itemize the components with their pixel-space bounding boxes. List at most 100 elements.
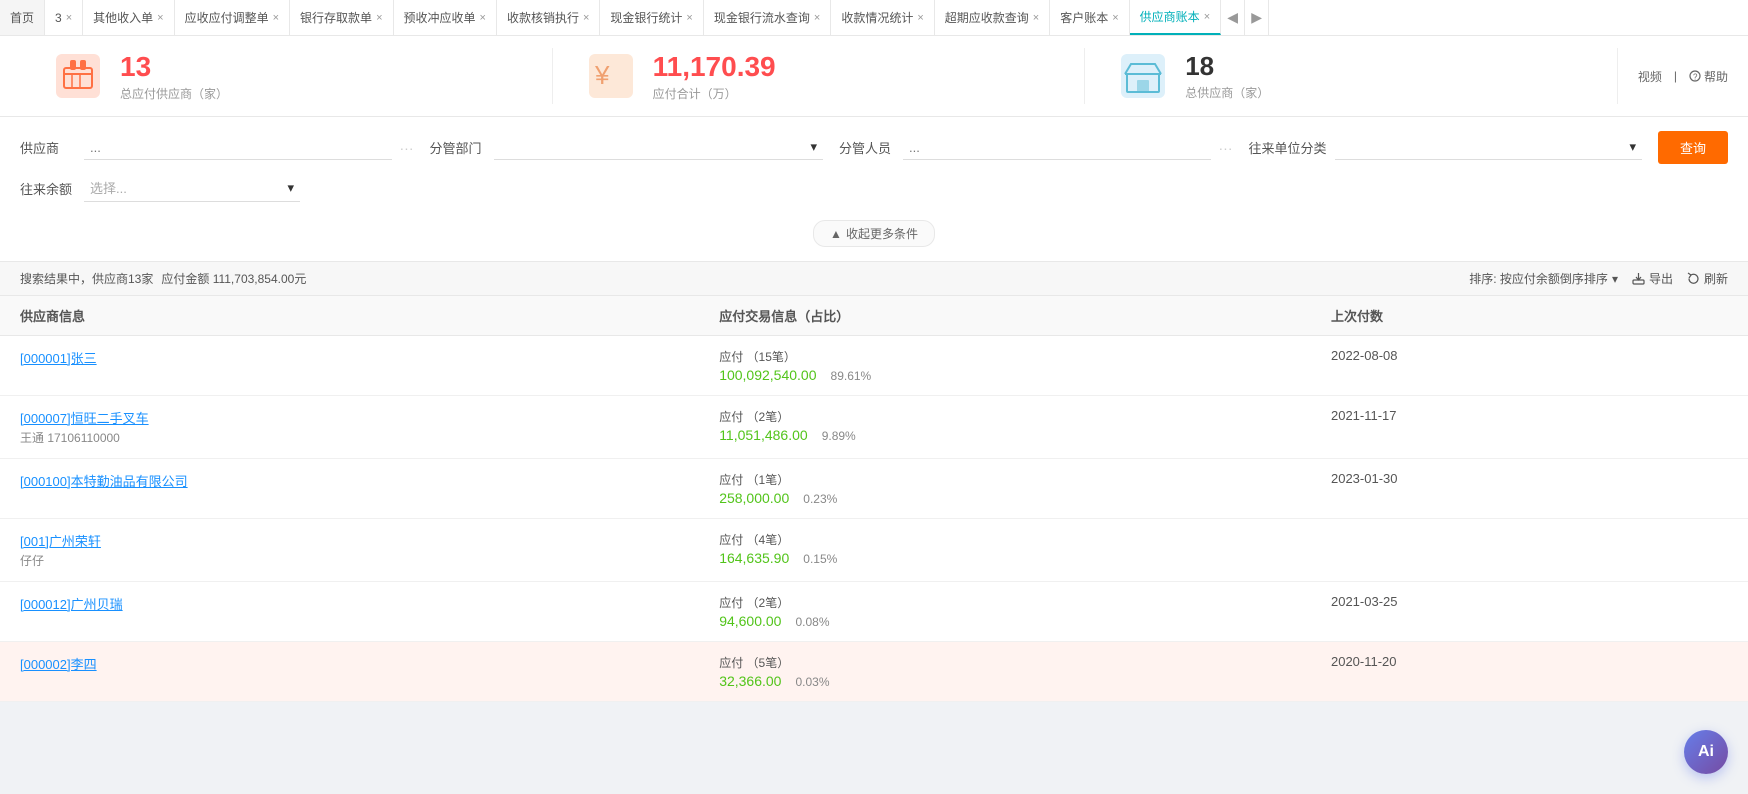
supplier-more-icon[interactable]: ···	[400, 140, 414, 156]
category-dropdown-icon: ▾	[1629, 139, 1636, 155]
collapse-up-icon: ▲	[830, 227, 842, 241]
nav-tab-customer-ledger[interactable]: 客户账本 ×	[1050, 0, 1129, 35]
table-row: [000100]本特勤油品有限公司 应付 （1笔） 258,000.00 0.2…	[0, 459, 1748, 519]
nav-tab-supplier-ledger-label: 供应商账本	[1140, 8, 1200, 25]
help-label: 帮助	[1704, 68, 1728, 85]
summary-item-3: 18 总供应商（家）	[1085, 48, 1618, 104]
summary-number-2: 11,170.39	[653, 50, 1055, 84]
pay-info-cell: 应付 （2笔） 94,600.00 0.08%	[699, 582, 1311, 642]
close-tab-bank-deposit[interactable]: ×	[376, 12, 382, 24]
filter-row-2: 往来余额 选择... ▾	[20, 174, 1728, 202]
person-more-icon[interactable]: ···	[1219, 140, 1233, 156]
nav-tab-receipt-stat-label: 收款情况统计	[841, 9, 913, 26]
last-pay-date: 2022-08-08	[1331, 348, 1398, 363]
balance-select[interactable]: 选择... ▾	[84, 174, 300, 202]
supplier-link[interactable]: [000007]恒旺二手叉车	[20, 411, 149, 426]
table-row: [000012]广州贝瑞 应付 （2笔） 94,600.00 0.08% 202…	[0, 582, 1748, 642]
close-tab-receipt-stat[interactable]: ×	[917, 12, 923, 24]
supplier-input[interactable]	[84, 136, 392, 160]
dept-select[interactable]: ▾	[494, 135, 824, 160]
pay-label: 应付 （4笔）	[719, 531, 1291, 548]
nav-tab-other-income[interactable]: 其他收入单 ×	[83, 0, 174, 35]
supplier-link[interactable]: [000001]张三	[20, 351, 97, 366]
results-right: 排序: 按应付余额倒序排序 ▾ 导出 刷新	[1469, 270, 1728, 287]
close-tab-receipt-verify[interactable]: ×	[583, 12, 589, 24]
nav-tab-cash-bank-stat[interactable]: 现金银行统计 ×	[600, 0, 703, 35]
pay-percent: 0.08%	[795, 615, 829, 629]
refresh-icon	[1687, 272, 1700, 285]
video-link[interactable]: 视频	[1638, 68, 1662, 85]
filter-person: 分管人员 ···	[839, 136, 1233, 160]
person-input[interactable]	[903, 136, 1211, 160]
collapse-button-label: 收起更多条件	[846, 225, 918, 242]
pay-amount[interactable]: 100,092,540.00	[719, 367, 816, 383]
person-label: 分管人员	[839, 138, 895, 157]
results-left: 搜索结果中，供应商13家 应付金额 111,703,854.00元	[20, 270, 306, 287]
filter-dept: 分管部门 ▾	[430, 135, 824, 160]
summary-item-1: 13 总应付供应商（家）	[20, 48, 553, 104]
summary-text-3: 18 总供应商（家）	[1185, 51, 1587, 101]
close-tab-supplier-ledger[interactable]: ×	[1204, 11, 1210, 23]
results-summary-text: 搜索结果中，供应商13家	[20, 270, 153, 287]
nav-tab-home[interactable]: 首页	[0, 0, 45, 35]
results-bar: 搜索结果中，供应商13家 应付金额 111,703,854.00元 排序: 按应…	[0, 262, 1748, 296]
supplier-link[interactable]: [000002]李四	[20, 657, 97, 672]
pay-amount[interactable]: 32,366.00	[719, 673, 781, 689]
close-tab-advance-ar[interactable]: ×	[480, 12, 486, 24]
pay-amount[interactable]: 11,051,486.00	[719, 427, 808, 443]
summary-item-2: ¥ 11,170.39 应付合计（万）	[553, 48, 1086, 104]
supplier-link[interactable]: [000100]本特勤油品有限公司	[20, 474, 188, 489]
nav-tab-3[interactable]: 3 ×	[45, 0, 83, 35]
close-tab-overdue-ar[interactable]: ×	[1033, 12, 1039, 24]
export-button[interactable]: 导出	[1632, 270, 1673, 287]
nav-tab-ar-ap-adjust[interactable]: 应收应付调整单 ×	[175, 0, 290, 35]
collapse-button[interactable]: ▲ 收起更多条件	[813, 220, 935, 247]
pay-amount[interactable]: 258,000.00	[719, 490, 789, 506]
ai-assistant-badge[interactable]: Ai	[1684, 730, 1728, 774]
pay-percent: 89.61%	[831, 369, 872, 383]
sort-label: 排序: 按应付余额倒序排序	[1469, 270, 1608, 287]
pay-amount[interactable]: 94,600.00	[719, 613, 781, 629]
pay-percent: 0.23%	[803, 492, 837, 506]
pay-amount[interactable]: 164,635.90	[719, 550, 789, 566]
nav-tab-receipt-verify[interactable]: 收款核销执行 ×	[497, 0, 600, 35]
pay-label: 应付 （1笔）	[719, 471, 1291, 488]
category-label: 往来单位分类	[1249, 138, 1327, 157]
refresh-button[interactable]: 刷新	[1687, 270, 1728, 287]
close-tab-3[interactable]: ×	[66, 12, 72, 24]
supplier-link[interactable]: [000012]广州贝瑞	[20, 597, 123, 612]
category-select[interactable]: ▾	[1335, 135, 1642, 160]
close-tab-cash-bank-stat[interactable]: ×	[686, 12, 692, 24]
results-amount-text: 应付金额 111,703,854.00元	[161, 270, 306, 287]
ai-label: Ai	[1698, 743, 1714, 761]
nav-tab-receipt-stat[interactable]: 收款情况统计 ×	[831, 0, 934, 35]
close-tab-other-income[interactable]: ×	[157, 12, 163, 24]
table-container: 供应商信息 应付交易信息（占比） 上次付数 [000001]张三 应付 （15笔…	[0, 296, 1748, 702]
search-button[interactable]: 查询	[1658, 131, 1728, 164]
nav-tab-supplier-ledger[interactable]: 供应商账本 ×	[1130, 0, 1221, 35]
pay-info-cell: 应付 （1笔） 258,000.00 0.23%	[699, 459, 1311, 519]
nav-tab-receipt-verify-label: 收款核销执行	[507, 9, 579, 26]
last-pay-date: 2021-03-25	[1331, 594, 1398, 609]
supplier-cell: [000007]恒旺二手叉车王通 17106110000	[0, 396, 699, 459]
supplier-sub: 仔仔	[20, 552, 679, 569]
sort-button[interactable]: 排序: 按应付余额倒序排序 ▾	[1469, 270, 1618, 287]
balance-dropdown-icon: ▾	[287, 180, 294, 196]
supplier-label: 供应商	[20, 138, 76, 157]
last-date-cell: 2021-03-25	[1311, 582, 1748, 642]
close-tab-ar-ap-adjust[interactable]: ×	[273, 12, 279, 24]
help-link[interactable]: ? 帮助	[1689, 68, 1728, 85]
table-row: [000007]恒旺二手叉车王通 17106110000 应付 （2笔） 11,…	[0, 396, 1748, 459]
nav-tab-overdue-ar[interactable]: 超期应收款查询 ×	[935, 0, 1050, 35]
nav-next-arrow[interactable]: ▶	[1245, 0, 1269, 35]
close-tab-customer-ledger[interactable]: ×	[1112, 12, 1118, 24]
nav-tab-cash-flow-query[interactable]: 现金银行流水查询 ×	[704, 0, 831, 35]
supplier-link[interactable]: [001]广州荣轩	[20, 534, 101, 549]
export-icon	[1632, 272, 1645, 285]
nav-tab-advance-ar[interactable]: 预收冲应收单 ×	[394, 0, 497, 35]
last-date-cell: 2021-11-17	[1311, 396, 1748, 459]
nav-tab-bank-deposit[interactable]: 银行存取款单 ×	[290, 0, 393, 35]
close-tab-cash-flow-query[interactable]: ×	[814, 12, 820, 24]
nav-prev-arrow[interactable]: ◀	[1221, 0, 1245, 35]
pay-info-cell: 应付 （4笔） 164,635.90 0.15%	[699, 519, 1311, 582]
